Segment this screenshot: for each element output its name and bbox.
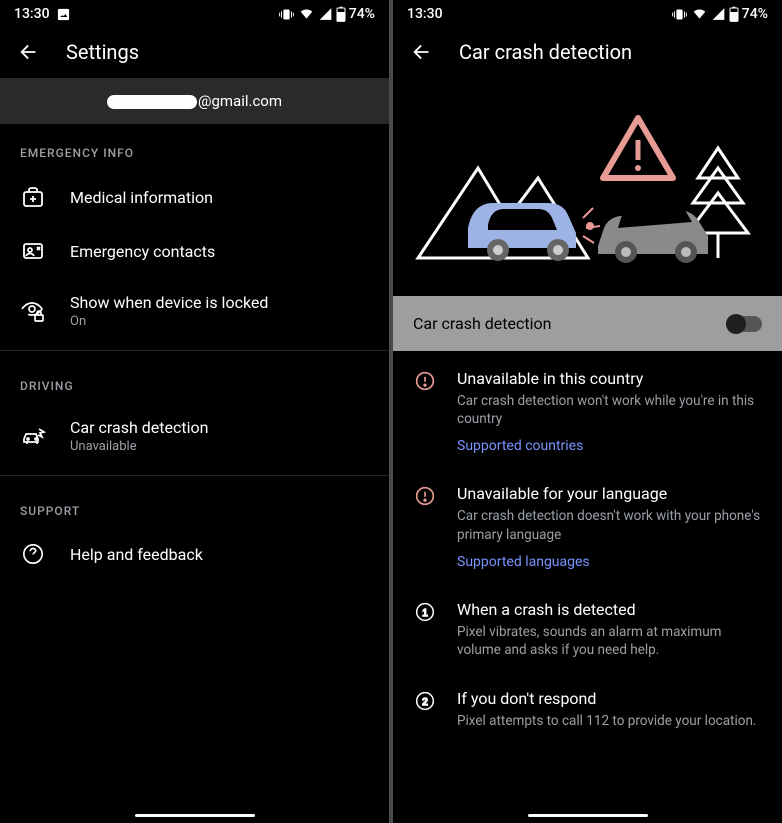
account-row[interactable]: @gmail.com [0,78,389,124]
vibrate-icon [671,7,688,22]
battery-icon [729,6,739,22]
divider [0,475,389,476]
svg-text:2: 2 [422,697,428,708]
help-feedback-item[interactable]: Help and feedback [0,528,389,580]
supported-countries-link[interactable]: Supported countries [457,438,762,454]
app-bar: Car crash detection [393,26,782,78]
item-desc: Car crash detection doesn't work with yo… [457,507,762,543]
status-battery: 74% [349,6,375,22]
home-handle[interactable] [135,814,255,817]
item-title: Unavailable in this country [457,369,762,388]
item-desc: Car crash detection won't work while you… [457,392,762,428]
image-icon [56,7,71,22]
medical-icon [21,185,45,209]
crash-sub: Unavailable [70,439,208,454]
signal-icon [318,7,333,21]
info-error-icon [415,371,435,391]
crash-detection-screen: 13:30 74% Car crash detection [393,0,782,823]
section-header-emergency: EMERGENCY INFO [0,124,389,170]
emergency-contacts-item[interactable]: Emergency contacts [0,224,389,278]
item-desc: Pixel vibrates, sounds an alarm at maxim… [457,623,762,659]
status-bar: 13:30 74% [0,0,389,26]
svg-text:1: 1 [422,608,428,619]
vibrate-icon [278,7,295,22]
home-handle[interactable] [528,814,648,817]
toggle-row[interactable]: Car crash detection [393,296,782,351]
toggle-label: Car crash detection [413,314,551,333]
battery-icon [336,6,346,22]
car-crash-icon [20,424,46,448]
toggle-switch[interactable] [726,316,762,332]
info-error-icon [415,486,435,506]
back-icon[interactable] [411,41,433,63]
car-crash-detection-item[interactable]: Car crash detection Unavailable [0,403,389,469]
help-label: Help and feedback [70,545,203,564]
item-title: Unavailable for your language [457,484,762,503]
status-battery: 74% [742,6,768,22]
unavailable-language-item: Unavailable for your language Car crash … [393,466,782,581]
page-title: Settings [66,40,139,64]
status-time: 13:30 [14,6,50,22]
unavailable-country-item: Unavailable in this country Car crash de… [393,351,782,466]
item-title: When a crash is detected [457,600,762,619]
contacts-icon [21,239,45,263]
item-title: If you don't respond [457,689,756,708]
page-title: Car crash detection [459,40,632,64]
hero-illustration [393,78,782,296]
divider [0,350,389,351]
step-1-icon: 1 [415,602,435,622]
if-no-respond-item: 2 If you don't respond Pixel attempts to… [393,671,782,742]
eye-lock-icon [20,299,46,323]
medical-label: Medical information [70,188,213,207]
show-locked-sub: On [70,314,268,329]
wifi-icon [691,7,708,21]
show-when-locked-item[interactable]: Show when device is locked On [0,278,389,344]
signal-icon [711,7,726,21]
supported-languages-link[interactable]: Supported languages [457,554,762,570]
settings-screen: 13:30 74% Settings @gmail.com EMERGENCY … [0,0,389,823]
status-time: 13:30 [407,6,443,22]
item-desc: Pixel attempts to call 112 to provide yo… [457,712,756,730]
wifi-icon [298,7,315,21]
back-icon[interactable] [18,41,40,63]
medical-information-item[interactable]: Medical information [0,170,389,224]
account-name-redacted [107,95,197,109]
section-header-driving: DRIVING [0,357,389,403]
app-bar: Settings [0,26,389,78]
account-email-suffix: @gmail.com [198,92,282,110]
crash-label: Car crash detection [70,418,208,437]
when-crash-detected-item: 1 When a crash is detected Pixel vibrate… [393,582,782,671]
help-icon [22,543,44,565]
section-header-support: SUPPORT [0,482,389,528]
step-2-icon: 2 [415,691,435,711]
contacts-label: Emergency contacts [70,242,215,261]
status-bar: 13:30 74% [393,0,782,26]
show-locked-label: Show when device is locked [70,293,268,312]
